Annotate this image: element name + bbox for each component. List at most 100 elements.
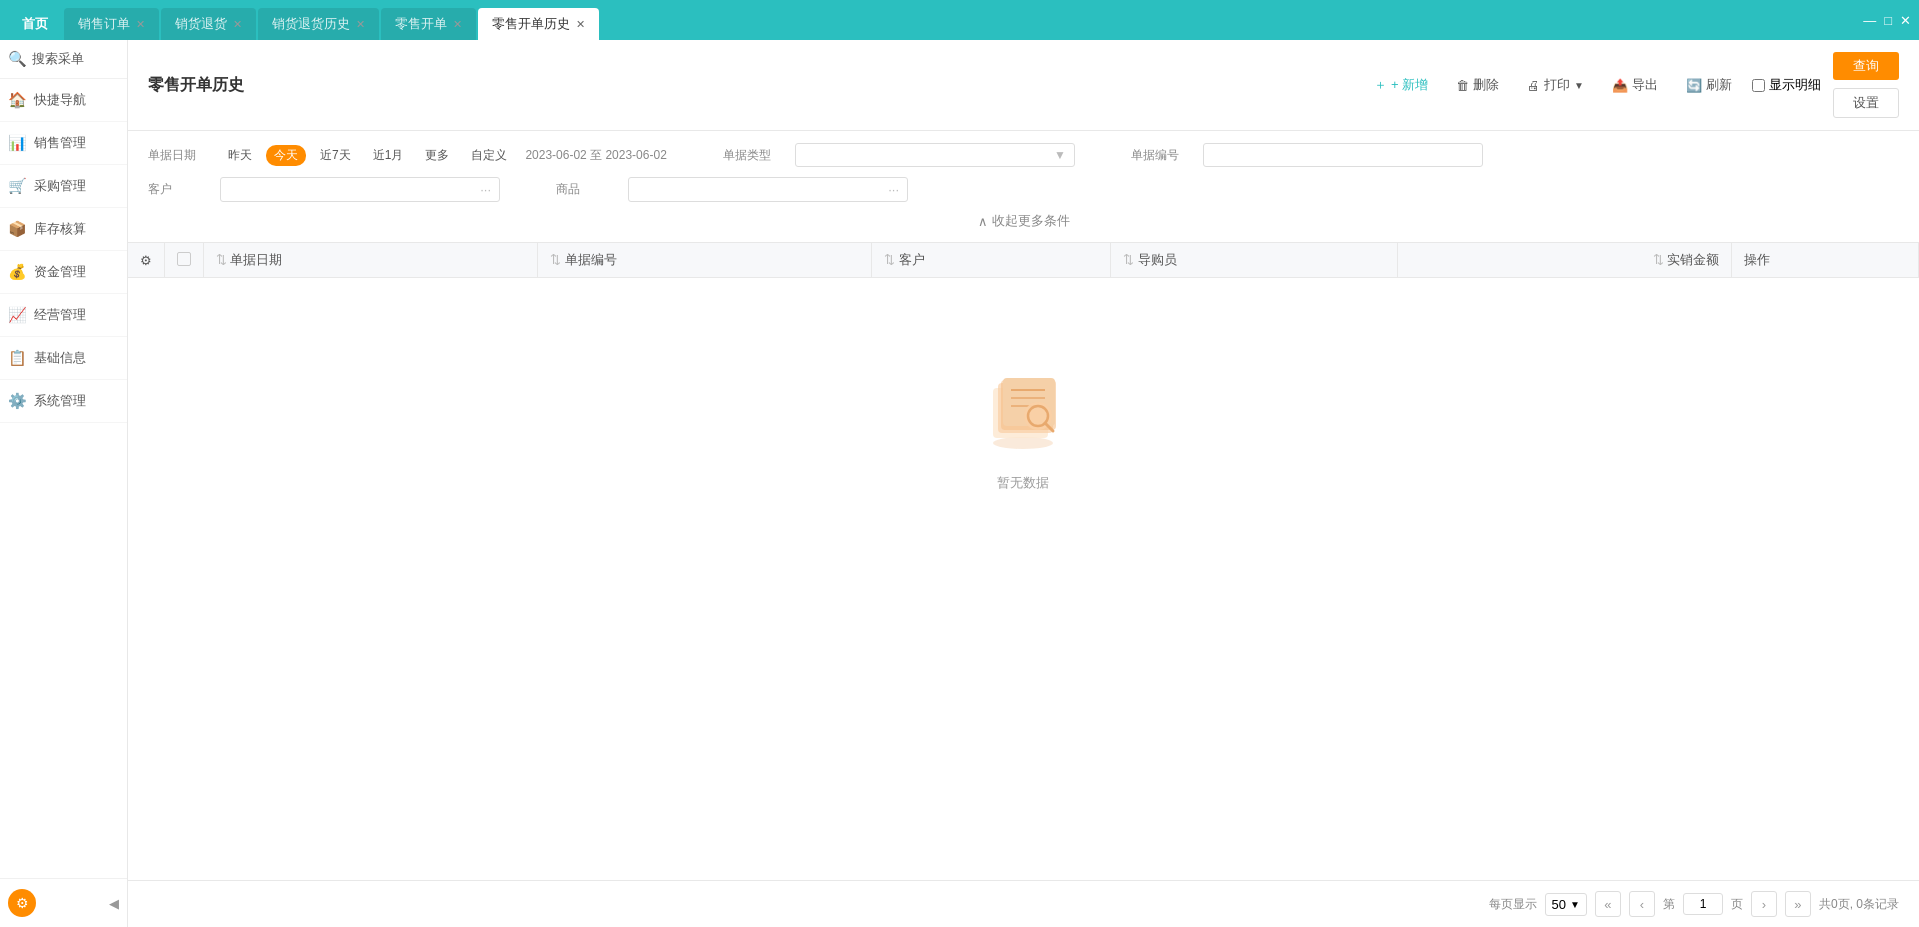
number-filter-label: 单据编号 — [1131, 147, 1187, 164]
print-label: 打印 — [1544, 76, 1570, 94]
select-all-checkbox[interactable] — [177, 252, 191, 266]
sidebar-collapse-btn[interactable]: ◀ — [109, 896, 119, 911]
th-settings[interactable]: ⚙ — [128, 243, 165, 278]
refresh-button[interactable]: 🔄 刷新 — [1678, 72, 1740, 98]
export-icon: 📤 — [1612, 78, 1628, 93]
window-maximize[interactable]: □ — [1884, 13, 1892, 28]
sidebar-item-quick-nav[interactable]: 🏠 快捷导航 — [0, 79, 127, 122]
empty-state: 暂无数据 — [128, 278, 1919, 572]
main-layout: 🔍 搜索采单 🏠 快捷导航 📊 销售管理 🛒 采购管理 📦 库存核算 💰 资金管… — [0, 40, 1919, 927]
date-btn-yesterday[interactable]: 昨天 — [220, 145, 260, 166]
type-filter-select[interactable]: ▼ — [795, 143, 1075, 167]
collapse-arrow-icon: ◀ — [109, 896, 119, 911]
total-info: 共0页, 0条记录 — [1819, 896, 1899, 913]
sidebar-item-system-label: 系统管理 — [34, 392, 86, 410]
empty-row: 暂无数据 — [128, 278, 1919, 573]
close-sales-return-history-icon[interactable]: ✕ — [356, 18, 365, 31]
date-filter-label: 单据日期 — [148, 147, 204, 164]
customer-filter-select[interactable]: ··· — [220, 177, 500, 202]
tab-retail-history[interactable]: 零售开单历史 ✕ — [478, 8, 599, 40]
tab-sales-return[interactable]: 销货退货 ✕ — [161, 8, 256, 40]
date-range-display: 2023-06-02 至 2023-06-02 — [525, 147, 666, 164]
page-title: 零售开单历史 — [148, 75, 244, 96]
th-number[interactable]: ⇅ 单据编号 — [538, 243, 872, 278]
goods-filter-label: 商品 — [556, 181, 612, 198]
last-page-btn[interactable]: » — [1785, 891, 1811, 917]
date-btn-1month[interactable]: 近1月 — [365, 145, 412, 166]
page-size-value: 50 — [1552, 897, 1566, 912]
date-btn-today[interactable]: 今天 — [266, 145, 306, 166]
export-button[interactable]: 📤 导出 — [1604, 72, 1666, 98]
date-btn-custom[interactable]: 自定义 — [463, 145, 515, 166]
date-options: 昨天 今天 近7天 近1月 更多 自定义 2023-06-02 至 2023-0… — [220, 145, 667, 166]
sidebar-item-finance[interactable]: 💰 资金管理 — [0, 251, 127, 294]
home-icon: 🏠 — [8, 91, 26, 109]
sidebar-item-system[interactable]: ⚙️ 系统管理 — [0, 380, 127, 423]
search-icon: 🔍 — [8, 50, 26, 68]
window-minimize[interactable]: — — [1863, 13, 1876, 28]
right-buttons: 查询 设置 — [1833, 52, 1899, 118]
prev-page-btn[interactable]: ‹ — [1629, 891, 1655, 917]
sidebar-item-management[interactable]: 📈 经营管理 — [0, 294, 127, 337]
sidebar-search[interactable]: 🔍 搜索采单 — [0, 40, 127, 79]
next-page-btn[interactable]: › — [1751, 891, 1777, 917]
table-settings-icon[interactable]: ⚙ — [140, 253, 152, 268]
query-button[interactable]: 查询 — [1833, 52, 1899, 80]
setting-button[interactable]: 设置 — [1833, 88, 1899, 118]
sidebar: 🔍 搜索采单 🏠 快捷导航 📊 销售管理 🛒 采购管理 📦 库存核算 💰 资金管… — [0, 40, 128, 927]
th-date[interactable]: ⇅ 单据日期 — [204, 243, 538, 278]
goods-dots-icon: ··· — [888, 182, 899, 197]
empty-text: 暂无数据 — [997, 474, 1049, 492]
sidebar-item-finance-label: 资金管理 — [34, 263, 86, 281]
collapse-btn[interactable]: ∧ 收起更多条件 — [148, 212, 1899, 230]
print-button[interactable]: 🖨 打印 ▼ — [1519, 72, 1592, 98]
table-wrapper: ⚙ ⇅ 单据日期 ⇅ 单据编号 — [128, 243, 1919, 880]
goods-filter-select[interactable]: ··· — [628, 177, 908, 202]
tab-sales-order[interactable]: 销售订单 ✕ — [64, 8, 159, 40]
management-icon: 📈 — [8, 306, 26, 324]
display-detail-toggle[interactable]: 显示明细 — [1752, 76, 1821, 94]
purchase-icon: 🛒 — [8, 177, 26, 195]
settings-bottom-icon[interactable]: ⚙ — [8, 889, 36, 917]
th-customer[interactable]: ⇅ 客户 — [872, 243, 1111, 278]
first-page-btn[interactable]: « — [1595, 891, 1621, 917]
page-number-input[interactable] — [1683, 893, 1723, 915]
tab-sales-return-history-label: 销货退货历史 — [272, 15, 350, 33]
filter-area: 单据日期 昨天 今天 近7天 近1月 更多 自定义 2023-06-02 至 2… — [128, 131, 1919, 243]
close-sales-return-icon[interactable]: ✕ — [233, 18, 242, 31]
current-page-go-label: 第 — [1663, 896, 1675, 913]
sidebar-bottom: ⚙ ◀ — [0, 878, 127, 927]
page-size-select[interactable]: 50 ▼ — [1545, 893, 1587, 916]
tab-retail-order[interactable]: 零售开单 ✕ — [381, 8, 476, 40]
date-btn-more[interactable]: 更多 — [417, 145, 457, 166]
tab-home[interactable]: 首页 — [8, 8, 62, 40]
date-btn-7days[interactable]: 近7天 — [312, 145, 359, 166]
window-close[interactable]: ✕ — [1900, 13, 1911, 28]
tab-retail-order-label: 零售开单 — [395, 15, 447, 33]
sidebar-item-purchase[interactable]: 🛒 采购管理 — [0, 165, 127, 208]
display-detail-checkbox[interactable] — [1752, 79, 1765, 92]
add-label: + 新增 — [1391, 76, 1428, 94]
sidebar-item-basic-info[interactable]: 📋 基础信息 — [0, 337, 127, 380]
sidebar-item-purchase-label: 采购管理 — [34, 177, 86, 195]
th-salesperson-sort-icon: ⇅ — [1123, 252, 1134, 267]
sidebar-item-inventory[interactable]: 📦 库存核算 — [0, 208, 127, 251]
close-sales-order-icon[interactable]: ✕ — [136, 18, 145, 31]
sidebar-item-quick-nav-label: 快捷导航 — [34, 91, 86, 109]
add-button[interactable]: ＋ + 新增 — [1366, 72, 1436, 98]
th-checkbox[interactable] — [165, 243, 204, 278]
type-filter-label: 单据类型 — [723, 147, 779, 164]
sidebar-item-sales[interactable]: 📊 销售管理 — [0, 122, 127, 165]
th-amount[interactable]: ⇅ 实销金额 — [1398, 243, 1732, 278]
refresh-icon: 🔄 — [1686, 78, 1702, 93]
tab-home-label: 首页 — [22, 15, 48, 33]
th-salesperson[interactable]: ⇅ 导购员 — [1111, 243, 1398, 278]
tab-sales-return-history[interactable]: 销货退货历史 ✕ — [258, 8, 379, 40]
th-number-label: 单据编号 — [565, 252, 617, 267]
close-retail-order-icon[interactable]: ✕ — [453, 18, 462, 31]
tab-retail-history-label: 零售开单历史 — [492, 15, 570, 33]
refresh-label: 刷新 — [1706, 76, 1732, 94]
delete-button[interactable]: 🗑 删除 — [1448, 72, 1507, 98]
close-retail-history-icon[interactable]: ✕ — [576, 18, 585, 31]
number-filter-input[interactable] — [1203, 143, 1483, 167]
